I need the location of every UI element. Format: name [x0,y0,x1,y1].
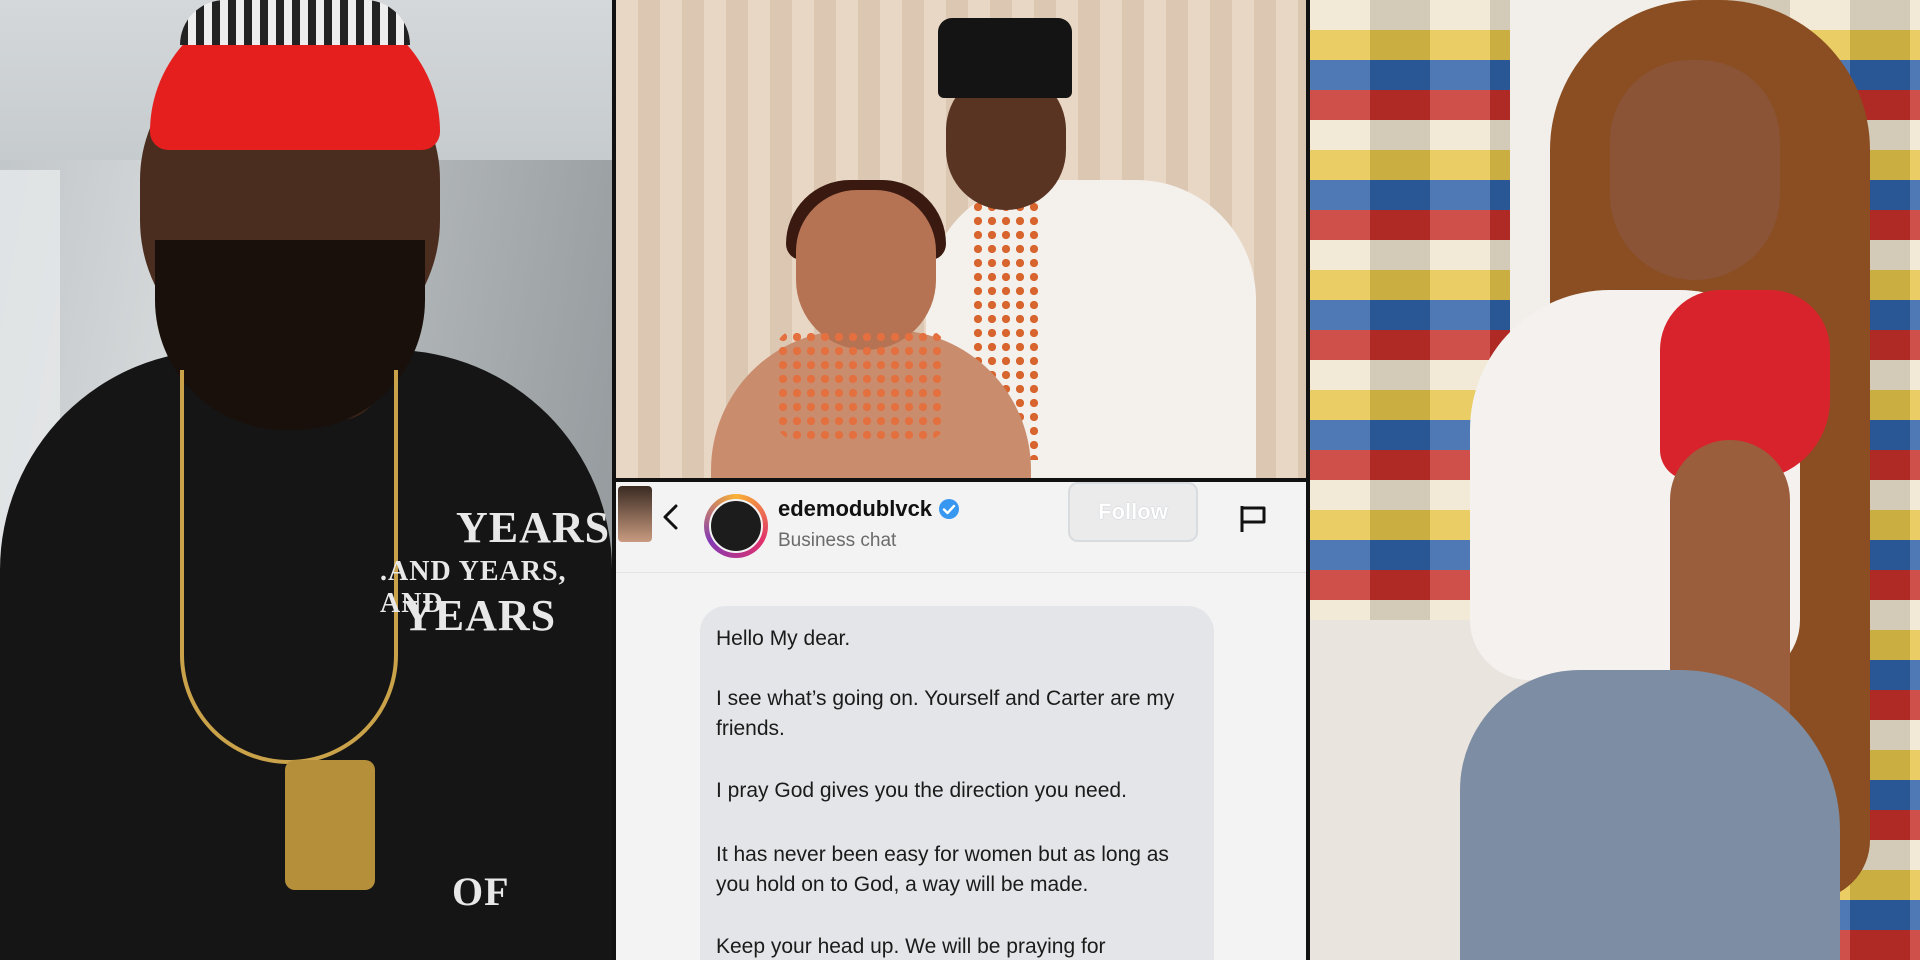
verified-badge-icon [939,499,960,519]
face [1610,60,1780,280]
photo-woman-red-top [1310,0,1920,960]
shirt-text-line4: OF [452,869,510,914]
chat-header: edemodublvck Business chat Follow [616,482,1306,573]
back-arrow-icon[interactable] [656,502,686,532]
flag-icon[interactable] [1236,502,1270,536]
denim-jeans [1460,670,1840,960]
message-line: Keep your head up. We will be praying fo… [716,935,1106,958]
message-line: It has never been easy for women but as … [716,843,1169,896]
profile-avatar[interactable] [704,494,768,558]
chat-subtitle: Business chat [778,530,897,551]
username[interactable]: edemodublvck [778,496,932,522]
message-line: I pray God gives you the direction you n… [716,779,1127,802]
username-row[interactable]: edemodublvck [778,496,960,522]
photo-wedding-couple [616,0,1306,478]
instagram-chat-screenshot: edemodublvck Business chat Follow Hello … [616,482,1306,960]
gold-chain [180,370,398,764]
message-line: Hello My dear. [716,627,851,650]
shirt-text-line3: YEARS [402,591,557,640]
photo-man-red-cap: YEARS .AND YEARS, AND YEARS OF [0,0,612,960]
follow-button[interactable]: Follow [1068,482,1198,542]
message-line: I see what’s going on. Yourself and Cart… [716,687,1175,740]
shirt-text-line1: YEARS [456,503,611,552]
cap-pattern [180,0,410,45]
groom-black-cap [938,18,1072,98]
bride-coral-beads [776,330,946,440]
overlay-avatar [618,486,652,542]
bride-head [796,190,936,350]
chain-pendant [285,760,375,890]
